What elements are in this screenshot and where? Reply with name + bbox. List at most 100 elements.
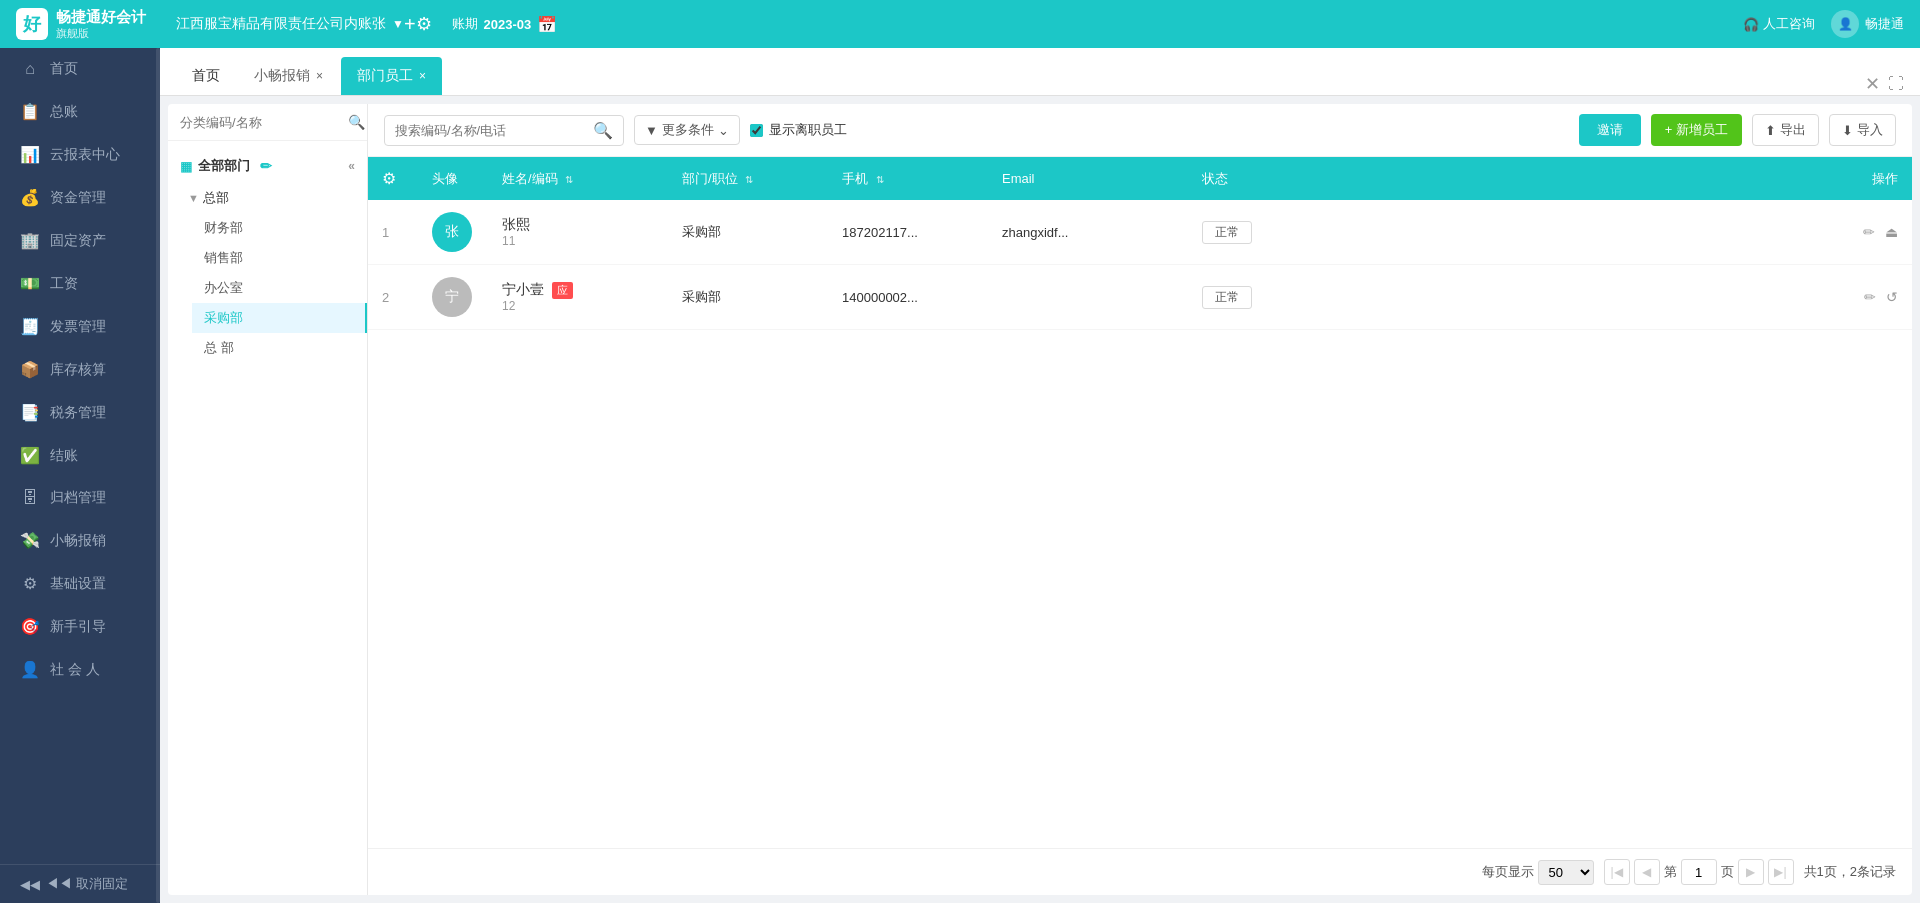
social-icon: 👤	[20, 660, 40, 679]
last-page-button[interactable]: ▶|	[1768, 859, 1794, 885]
refresh-icon[interactable]: ↺	[1886, 289, 1898, 305]
row-dept: 采购部	[668, 265, 828, 330]
expand-icon[interactable]: ⛶	[1888, 75, 1904, 93]
page-input[interactable]	[1681, 859, 1717, 885]
tax-icon: 📑	[20, 403, 40, 422]
dept-node-headquarters[interactable]: 总 部	[192, 333, 367, 363]
dept-hq-label: 总部	[203, 189, 229, 207]
action-icons: ✏ ⏏	[1322, 224, 1898, 240]
emp-code: 12	[502, 299, 654, 313]
sidebar-item-funds[interactable]: 💰 资金管理	[0, 176, 160, 219]
sidebar-item-reports[interactable]: 📊 云报表中心	[0, 133, 160, 176]
close-icon[interactable]: ✕	[1865, 73, 1880, 95]
sidebar-item-assets[interactable]: 🏢 固定资产	[0, 219, 160, 262]
show-resigned-area: 显示离职员工	[750, 121, 847, 139]
sidebar-item-salary[interactable]: 💵 工资	[0, 262, 160, 305]
sidebar-item-settings[interactable]: ⚙ 基础设置	[0, 562, 160, 605]
sidebar-item-checkout[interactable]: ✅ 结账	[0, 434, 160, 477]
tab-expense[interactable]: 小畅报销 ×	[238, 57, 339, 95]
dept-search-icon[interactable]: 🔍	[348, 114, 365, 130]
period-label: 账期	[452, 15, 478, 33]
dept-group-header-hq[interactable]: ▼ 总部	[176, 183, 367, 213]
sidebar-label-funds: 资金管理	[50, 189, 106, 207]
tab-home[interactable]: 首页	[176, 57, 236, 95]
sidebar-item-guide[interactable]: 🎯 新手引导	[0, 605, 160, 648]
sidebar-item-home[interactable]: ⌂ 首页	[0, 48, 160, 90]
row-status: 正常	[1188, 265, 1308, 330]
collapse-icon[interactable]: «	[348, 159, 355, 173]
arrow-down-icon: ▼	[188, 192, 199, 204]
sidebar-item-invoice[interactable]: 🧾 发票管理	[0, 305, 160, 348]
sidebar-label-reports: 云报表中心	[50, 146, 120, 164]
settings-button[interactable]: ⚙	[416, 13, 432, 35]
chevron-down-icon: ⌄	[718, 123, 729, 138]
col-header-dept[interactable]: 部门/职位 ⇅	[668, 157, 828, 200]
edit-icon[interactable]: ✏	[260, 158, 272, 174]
tab-department-close[interactable]: ×	[419, 69, 426, 83]
row-action: ✏ ↺	[1308, 265, 1912, 330]
company-selector[interactable]: 江西服宝精品有限责任公司内账张 ▼	[176, 15, 404, 33]
tab-department-label: 部门员工	[357, 67, 413, 85]
sidebar-label-guide: 新手引导	[50, 618, 106, 636]
first-page-button[interactable]: |◀	[1604, 859, 1630, 885]
prev-page-button[interactable]: ◀	[1634, 859, 1660, 885]
sidebar-item-expense[interactable]: 💸 小畅报销	[0, 519, 160, 562]
dept-node-office[interactable]: 办公室	[192, 273, 367, 303]
sort-icon-dept: ⇅	[745, 174, 753, 185]
row-action: ✏ ⏏	[1308, 200, 1912, 265]
edit-icon[interactable]: ✏	[1863, 224, 1875, 240]
per-page-label: 每页显示	[1482, 863, 1534, 881]
logo-text: 畅捷通好会计	[56, 8, 146, 26]
user-area[interactable]: 👤 畅捷通	[1831, 10, 1904, 38]
add-company-button[interactable]: +	[404, 13, 416, 36]
tab-expense-label: 小畅报销	[254, 67, 310, 85]
dept-all-header[interactable]: ▦ 全部部门 ✏ «	[168, 149, 367, 183]
status-tag: 应	[552, 282, 573, 299]
edit-icon[interactable]: ✏	[1864, 289, 1876, 305]
sidebar-item-inventory[interactable]: 📦 库存核算	[0, 348, 160, 391]
sidebar-item-tax[interactable]: 📑 税务管理	[0, 391, 160, 434]
row-email	[988, 265, 1188, 330]
salary-icon: 💵	[20, 274, 40, 293]
sidebar-label-social: 社 会 人	[50, 661, 100, 679]
tab-department[interactable]: 部门员工 ×	[341, 57, 442, 95]
calendar-icon[interactable]: 📅	[537, 15, 557, 34]
period-area: 账期 2023-03 📅	[452, 15, 558, 34]
page-size-select[interactable]: 50 100 200	[1538, 860, 1594, 885]
next-page-button[interactable]: ▶	[1738, 859, 1764, 885]
column-settings-icon[interactable]: ⚙	[382, 170, 396, 187]
reports-icon: 📊	[20, 145, 40, 164]
employee-search-input[interactable]	[395, 123, 587, 138]
logo-icon: 好	[16, 8, 48, 40]
home-icon: ⌂	[20, 60, 40, 78]
sidebar-item-archive[interactable]: 🗄 归档管理	[0, 477, 160, 519]
dept-node-sales[interactable]: 销售部	[192, 243, 367, 273]
col-header-name[interactable]: 姓名/编码 ⇅	[488, 157, 668, 200]
tab-expense-close[interactable]: ×	[316, 69, 323, 83]
chevron-down-icon: ▼	[392, 17, 404, 31]
search-icon[interactable]: 🔍	[593, 121, 613, 140]
service-button[interactable]: 🎧 人工咨询	[1743, 15, 1815, 33]
col-header-phone[interactable]: 手机 ⇅	[828, 157, 988, 200]
dept-node-finance[interactable]: 财务部	[192, 213, 367, 243]
show-resigned-checkbox[interactable]	[750, 124, 763, 137]
dept-node-purchasing[interactable]: 采购部	[192, 303, 367, 333]
invite-button[interactable]: 邀请	[1579, 114, 1641, 146]
export-label: 导出	[1780, 121, 1806, 139]
import-button[interactable]: ⬇ 导入	[1829, 114, 1896, 146]
action-icons: ✏ ↺	[1322, 289, 1898, 305]
cancel-pin-button[interactable]: ◀◀ ◀◀ 取消固定	[0, 865, 160, 903]
sidebar-item-social[interactable]: 👤 社 会 人	[0, 648, 160, 691]
filter-button[interactable]: ▼ 更多条件 ⌄	[634, 115, 740, 145]
export-button[interactable]: ⬆ 导出	[1752, 114, 1819, 146]
row-num: 1	[368, 200, 418, 265]
dept-search-input[interactable]	[180, 115, 348, 130]
logout-icon[interactable]: ⏏	[1885, 224, 1898, 240]
add-employee-button[interactable]: + 新增员工	[1651, 114, 1742, 146]
emp-code: 11	[502, 234, 654, 248]
col-header-action: 操作	[1308, 157, 1912, 200]
col-header-email: Email	[988, 157, 1188, 200]
sidebar-item-ledger[interactable]: 📋 总账	[0, 90, 160, 133]
top-bar: 好 畅捷通好会计 旗舰版 江西服宝精品有限责任公司内账张 ▼ + ⚙ 账期 20…	[0, 0, 1920, 48]
import-label: 导入	[1857, 121, 1883, 139]
